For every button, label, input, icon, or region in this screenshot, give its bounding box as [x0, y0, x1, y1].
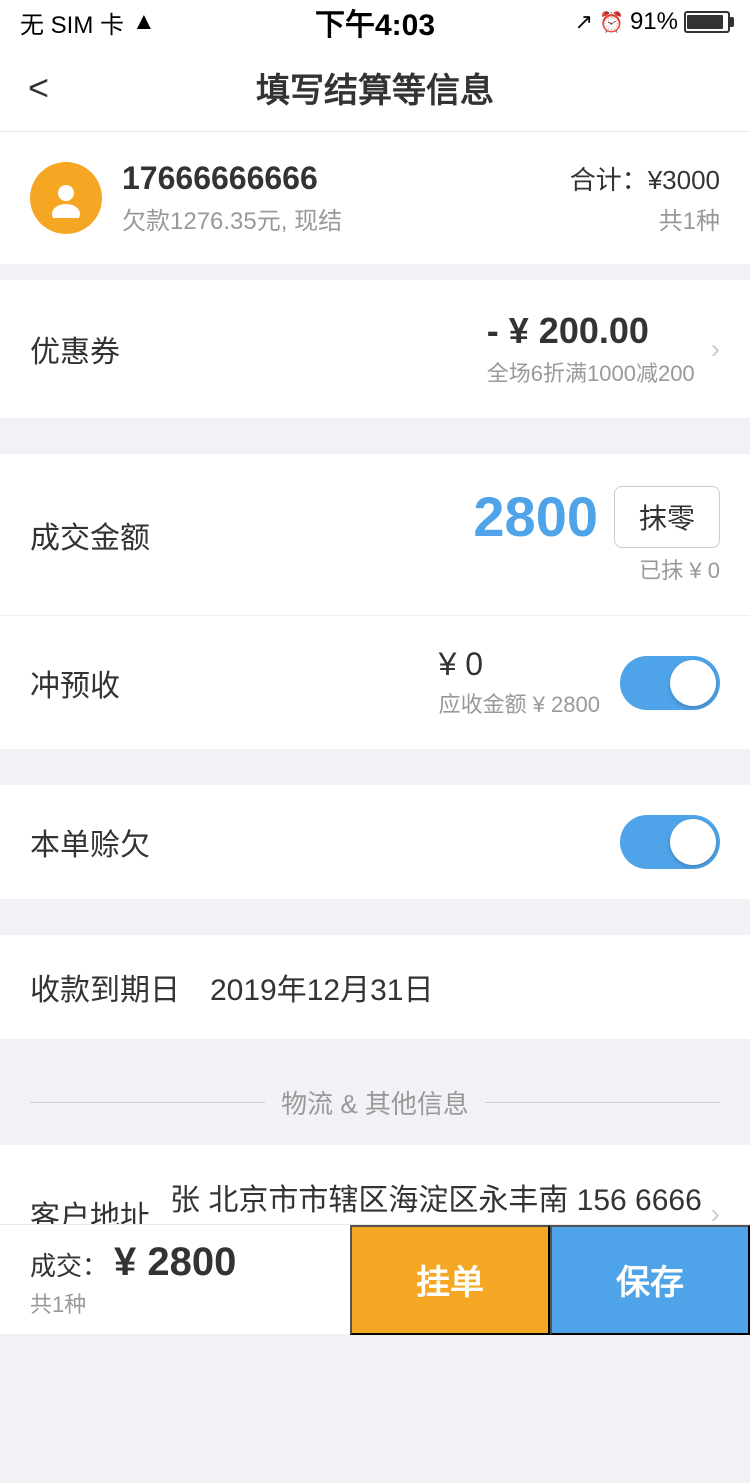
status-left: 无 SIM 卡 ▲: [20, 5, 156, 40]
divider-3: [0, 915, 750, 935]
total-count: 共1种: [570, 201, 720, 236]
coupon-sub: 全场6折满1000减200: [487, 356, 695, 388]
deal-amount-value: 2800: [473, 484, 598, 549]
chong-value: ¥ 0: [439, 646, 600, 683]
logistics-divider: 物流 & 其他信息: [0, 1060, 750, 1145]
status-right: ↗ ⏰ 91%: [575, 8, 730, 36]
bendan-toggle[interactable]: [620, 815, 720, 869]
status-bar: 无 SIM 卡 ▲ 下午4:03 ↗ ⏰ 91%: [0, 0, 750, 44]
status-time: 下午4:03: [315, 0, 435, 44]
battery-icon: [684, 11, 730, 33]
chong-top: ¥ 0 应收金额 ¥ 2800: [439, 646, 720, 719]
wifi-icon: ▲: [132, 8, 156, 36]
bendan-section: 本单赊欠: [0, 785, 750, 899]
deadline-label: 收款到期日: [30, 965, 180, 1009]
chong-row: 冲预收 ¥ 0 应收金额 ¥ 2800: [0, 616, 750, 749]
bendan-toggle-knob: [670, 819, 716, 865]
chevron-right-icon: ›: [711, 333, 720, 365]
back-button[interactable]: <: [28, 67, 49, 109]
coupon-section: 优惠券 - ¥ 200.00 全场6折满1000减200 ›: [0, 280, 750, 418]
chong-toggle[interactable]: [620, 656, 720, 710]
chong-right-col: ¥ 0 应收金额 ¥ 2800: [439, 646, 720, 719]
battery-percent: 91%: [630, 8, 678, 36]
bottom-count: 共1种: [30, 1287, 320, 1319]
alarm-icon: ⏰: [599, 10, 624, 35]
coupon-right: - ¥ 200.00 全场6折满1000减200 ›: [487, 310, 720, 388]
deal-right-col: 2800 抹零 已抹 ¥ 0: [473, 484, 720, 585]
location-icon: ↗: [575, 9, 593, 35]
save-button[interactable]: 保存: [550, 1225, 750, 1335]
hang-button[interactable]: 挂单: [350, 1225, 550, 1335]
divider-line-left: [30, 1102, 265, 1103]
customer-card: 17666666666 欠款1276.35元, 现结 合计：¥3000 共1种: [0, 132, 750, 264]
coupon-amount: - ¥ 200.00: [487, 310, 695, 352]
deadline-value: 2019年12月31日: [210, 965, 433, 1009]
toggle-knob: [670, 660, 716, 706]
bottom-bar: 成交： ¥ 2800 共1种 挂单 保存: [0, 1224, 750, 1334]
customer-sub-info: 欠款1276.35元, 现结: [122, 201, 342, 236]
bottom-deal-label: 成交：: [30, 1246, 108, 1283]
coupon-row[interactable]: 优惠券 - ¥ 200.00 全场6折满1000减200 ›: [0, 280, 750, 418]
logistics-label: 物流 & 其他信息: [281, 1084, 469, 1121]
bottom-amount: ¥ 2800: [114, 1240, 236, 1285]
deal-amount-row: 成交金额 2800 抹零 已抹 ¥ 0: [0, 454, 750, 616]
chong-value-col: ¥ 0 应收金额 ¥ 2800: [439, 646, 600, 719]
customer-info: 17666666666 欠款1276.35元, 现结: [122, 160, 342, 236]
coupon-amount-col: - ¥ 200.00 全场6折满1000减200: [487, 310, 695, 388]
deal-section: 成交金额 2800 抹零 已抹 ¥ 0 冲预收 ¥ 0 应收金额 ¥ 2800: [0, 454, 750, 749]
coupon-label: 优惠券: [30, 327, 120, 371]
carrier-label: 无 SIM 卡: [20, 5, 124, 40]
chong-sub: 应收金额 ¥ 2800: [439, 687, 600, 719]
divider-4: [0, 1040, 750, 1060]
deal-sub-info: 已抹 ¥ 0: [639, 553, 720, 585]
divider-1: [0, 434, 750, 454]
bendan-label: 本单赊欠: [30, 820, 150, 864]
deal-amount-label: 成交金额: [30, 513, 150, 557]
divider-line-right: [485, 1102, 720, 1103]
nav-header: < 填写结算等信息: [0, 44, 750, 132]
deadline-section: 收款到期日 2019年12月31日: [0, 935, 750, 1040]
divider-2: [0, 765, 750, 785]
deal-top-row: 2800 抹零: [473, 484, 720, 549]
customer-phone: 17666666666: [122, 160, 342, 197]
customer-left: 17666666666 欠款1276.35元, 现结: [30, 160, 342, 236]
chong-label: 冲预收: [30, 661, 120, 705]
page-title: 填写结算等信息: [256, 63, 494, 112]
avatar: [30, 162, 102, 234]
total-label: 合计：¥3000: [570, 160, 720, 197]
customer-right: 合计：¥3000 共1种: [570, 160, 720, 236]
bottom-summary: 成交： ¥ 2800 共1种: [0, 1240, 350, 1319]
round-button[interactable]: 抹零: [614, 486, 720, 548]
bendan-row: 本单赊欠: [0, 785, 750, 899]
